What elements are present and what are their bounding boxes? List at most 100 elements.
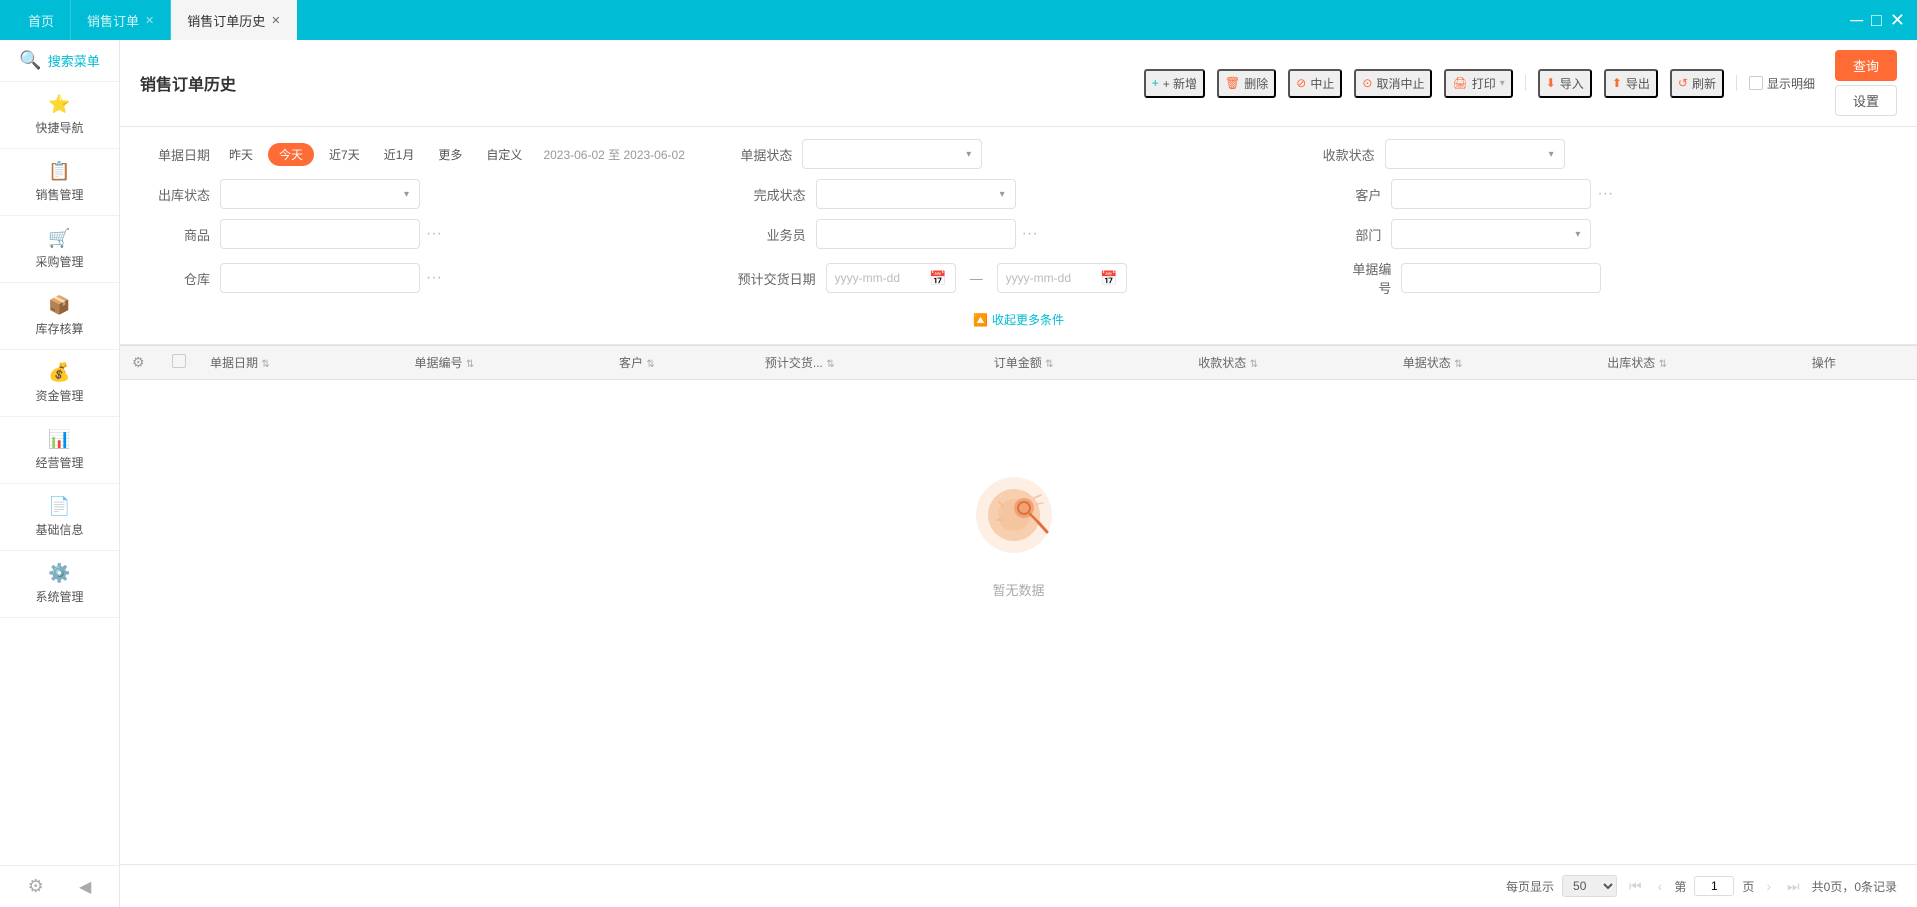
cancel-stop-button[interactable]: ⊙ 取消中止 bbox=[1354, 69, 1432, 98]
tab-sales-order-history-label: 销售订单历史 bbox=[187, 11, 265, 30]
delete-icon: 🗑 bbox=[1225, 76, 1240, 90]
order-number-input[interactable] bbox=[1401, 263, 1601, 293]
expected-date-to[interactable]: yyyy-mm-dd 📅 bbox=[997, 263, 1127, 293]
next-page-button[interactable]: › bbox=[1762, 876, 1775, 896]
expected-date-from[interactable]: yyyy-mm-dd 📅 bbox=[826, 263, 956, 293]
date-btn-1month[interactable]: 近1月 bbox=[375, 143, 424, 166]
customer-select[interactable] bbox=[1391, 179, 1591, 209]
order-status-arrow: ▾ bbox=[966, 149, 971, 160]
cancel-stop-icon: ⊙ bbox=[1362, 76, 1372, 90]
import-icon: ⬇ bbox=[1546, 76, 1556, 90]
stop-button[interactable]: ⊘ 中止 bbox=[1288, 69, 1342, 98]
settings-button[interactable]: 设置 bbox=[1835, 85, 1897, 116]
payment-status-select[interactable]: ▾ bbox=[1385, 139, 1565, 169]
toolbar-divider-2 bbox=[1736, 75, 1737, 91]
display-checkbox-box[interactable] bbox=[1749, 76, 1763, 90]
date-to-text: yyyy-mm-dd bbox=[1006, 271, 1071, 285]
tab-sales-order-close[interactable]: ✕ bbox=[145, 14, 154, 27]
export-label: 导出 bbox=[1626, 75, 1650, 92]
salesperson-select[interactable] bbox=[816, 219, 1016, 249]
th-delivery-status-sort[interactable]: ⇅ bbox=[1659, 359, 1667, 370]
th-number-sort[interactable]: ⇅ bbox=[466, 359, 474, 370]
tab-sales-order[interactable]: 销售订单 ✕ bbox=[71, 0, 171, 40]
th-amount-label: 订单金额 bbox=[994, 356, 1042, 370]
import-button[interactable]: ⬇ 导入 bbox=[1538, 69, 1592, 98]
date-control: 昨天 今天 近7天 近1月 更多 自定义 2023-06-02 至 2023-0… bbox=[220, 143, 732, 166]
print-button[interactable]: 🖨 打印 ▾ bbox=[1444, 69, 1512, 98]
window-maximize[interactable]: □ bbox=[1871, 10, 1882, 31]
th-date-sort[interactable]: ⇅ bbox=[261, 359, 269, 370]
sidebar-item-sales[interactable]: 📋 销售管理 bbox=[0, 149, 119, 216]
collapse-row[interactable]: 🔼 收起更多条件 bbox=[140, 307, 1897, 332]
date-btn-custom[interactable]: 自定义 bbox=[477, 143, 531, 166]
sidebar-item-purchase[interactable]: 🛒 采购管理 bbox=[0, 216, 119, 283]
page-label-after: 页 bbox=[1742, 878, 1754, 895]
completion-status-label: 完成状态 bbox=[746, 185, 816, 204]
sidebar-sales-label: 销售管理 bbox=[35, 186, 83, 203]
window-minimize[interactable]: ─ bbox=[1850, 10, 1863, 31]
export-button[interactable]: ⬆ 导出 bbox=[1604, 69, 1658, 98]
sidebar-item-finance[interactable]: 💰 资金管理 bbox=[0, 350, 119, 417]
new-label: + 新增 bbox=[1163, 75, 1197, 92]
table-settings-button[interactable]: ⚙ bbox=[132, 354, 145, 371]
calendar-from-icon: 📅 bbox=[929, 270, 946, 287]
payment-status-control: ▾ bbox=[1385, 139, 1897, 169]
refresh-icon: ↺ bbox=[1678, 76, 1688, 90]
toolbar: + + 新增 🗑 删除 ⊘ 中止 ⊙ 取消中止 🖨 打印 bbox=[1144, 50, 1897, 116]
collapse-up-icon: 🔼 bbox=[973, 313, 988, 327]
display-detail-checkbox[interactable]: 显示明细 bbox=[1749, 75, 1815, 92]
page-input[interactable]: 1 bbox=[1694, 876, 1734, 896]
sidebar-item-search[interactable]: 🔍 搜索菜单 bbox=[0, 40, 119, 82]
tab-sales-order-history[interactable]: 销售订单历史 ✕ bbox=[171, 0, 297, 40]
goods-label: 商品 bbox=[140, 225, 220, 244]
sidebar-system-label: 系统管理 bbox=[35, 588, 83, 605]
first-page-button[interactable]: ⏮ bbox=[1625, 876, 1646, 897]
sidebar-settings-icon[interactable]: ⚙ bbox=[28, 876, 44, 897]
tab-sales-order-history-close[interactable]: ✕ bbox=[271, 14, 280, 27]
warehouse-dots[interactable]: ··· bbox=[426, 269, 442, 287]
completion-status-select[interactable]: ▾ bbox=[816, 179, 1016, 209]
prev-page-button[interactable]: ‹ bbox=[1654, 876, 1667, 896]
delete-button[interactable]: 🗑 删除 bbox=[1217, 69, 1276, 98]
th-expected-date-sort[interactable]: ⇅ bbox=[826, 359, 834, 370]
content-area: 销售订单历史 + + 新增 🗑 删除 ⊘ 中止 ⊙ 取消中止 bbox=[120, 40, 1917, 907]
query-button[interactable]: 查询 bbox=[1835, 50, 1897, 81]
sidebar-item-system[interactable]: ⚙️ 系统管理 bbox=[0, 551, 119, 618]
th-payment-status: 收款状态 ⇅ bbox=[1186, 346, 1390, 380]
refresh-button[interactable]: ↺ 刷新 bbox=[1670, 69, 1724, 98]
refresh-label: 刷新 bbox=[1692, 75, 1716, 92]
sales-icon: 📋 bbox=[48, 161, 70, 182]
new-button[interactable]: + + 新增 bbox=[1144, 69, 1205, 98]
date-btn-more[interactable]: 更多 bbox=[429, 143, 471, 166]
th-order-status-sort[interactable]: ⇅ bbox=[1454, 359, 1462, 370]
department-select[interactable]: ▾ bbox=[1391, 219, 1591, 249]
th-amount-sort[interactable]: ⇅ bbox=[1045, 359, 1053, 370]
window-close[interactable]: ✕ bbox=[1890, 10, 1905, 31]
sidebar-item-operations[interactable]: 📊 经营管理 bbox=[0, 417, 119, 484]
th-customer-sort[interactable]: ⇅ bbox=[646, 359, 654, 370]
delivery-status-select[interactable]: ▾ bbox=[220, 179, 420, 209]
salesperson-dots[interactable]: ··· bbox=[1022, 225, 1038, 243]
basic-info-icon: 📄 bbox=[48, 496, 70, 517]
sidebar-item-basic-info[interactable]: 📄 基础信息 bbox=[0, 484, 119, 551]
per-page-select[interactable]: 50 10 20 100 bbox=[1562, 875, 1617, 897]
th-payment-status-sort[interactable]: ⇅ bbox=[1250, 359, 1258, 370]
last-page-button[interactable]: ⏭ bbox=[1783, 876, 1804, 897]
sidebar-item-inventory[interactable]: 📦 库存核算 bbox=[0, 283, 119, 350]
goods-dots[interactable]: ··· bbox=[426, 225, 442, 243]
sidebar-collapse-icon[interactable]: ◀ bbox=[79, 877, 91, 897]
order-status-select[interactable]: ▾ bbox=[802, 139, 982, 169]
sidebar-item-quick-nav[interactable]: ⭐ 快捷导航 bbox=[0, 82, 119, 149]
th-checkbox bbox=[160, 346, 198, 380]
date-btn-today[interactable]: 今天 bbox=[268, 143, 314, 166]
date-btn-7days[interactable]: 近7天 bbox=[320, 143, 369, 166]
order-number-control bbox=[1401, 263, 1897, 293]
warehouse-select[interactable] bbox=[220, 263, 420, 293]
order-status-label: 单据状态 bbox=[732, 145, 802, 164]
date-btn-yesterday[interactable]: 昨天 bbox=[220, 143, 262, 166]
th-expected-date-label: 预计交货... bbox=[765, 356, 823, 370]
tab-home[interactable]: 首页 bbox=[12, 0, 71, 40]
goods-select[interactable] bbox=[220, 219, 420, 249]
customer-dots[interactable]: ··· bbox=[1597, 185, 1613, 203]
select-all-checkbox[interactable] bbox=[172, 354, 186, 368]
